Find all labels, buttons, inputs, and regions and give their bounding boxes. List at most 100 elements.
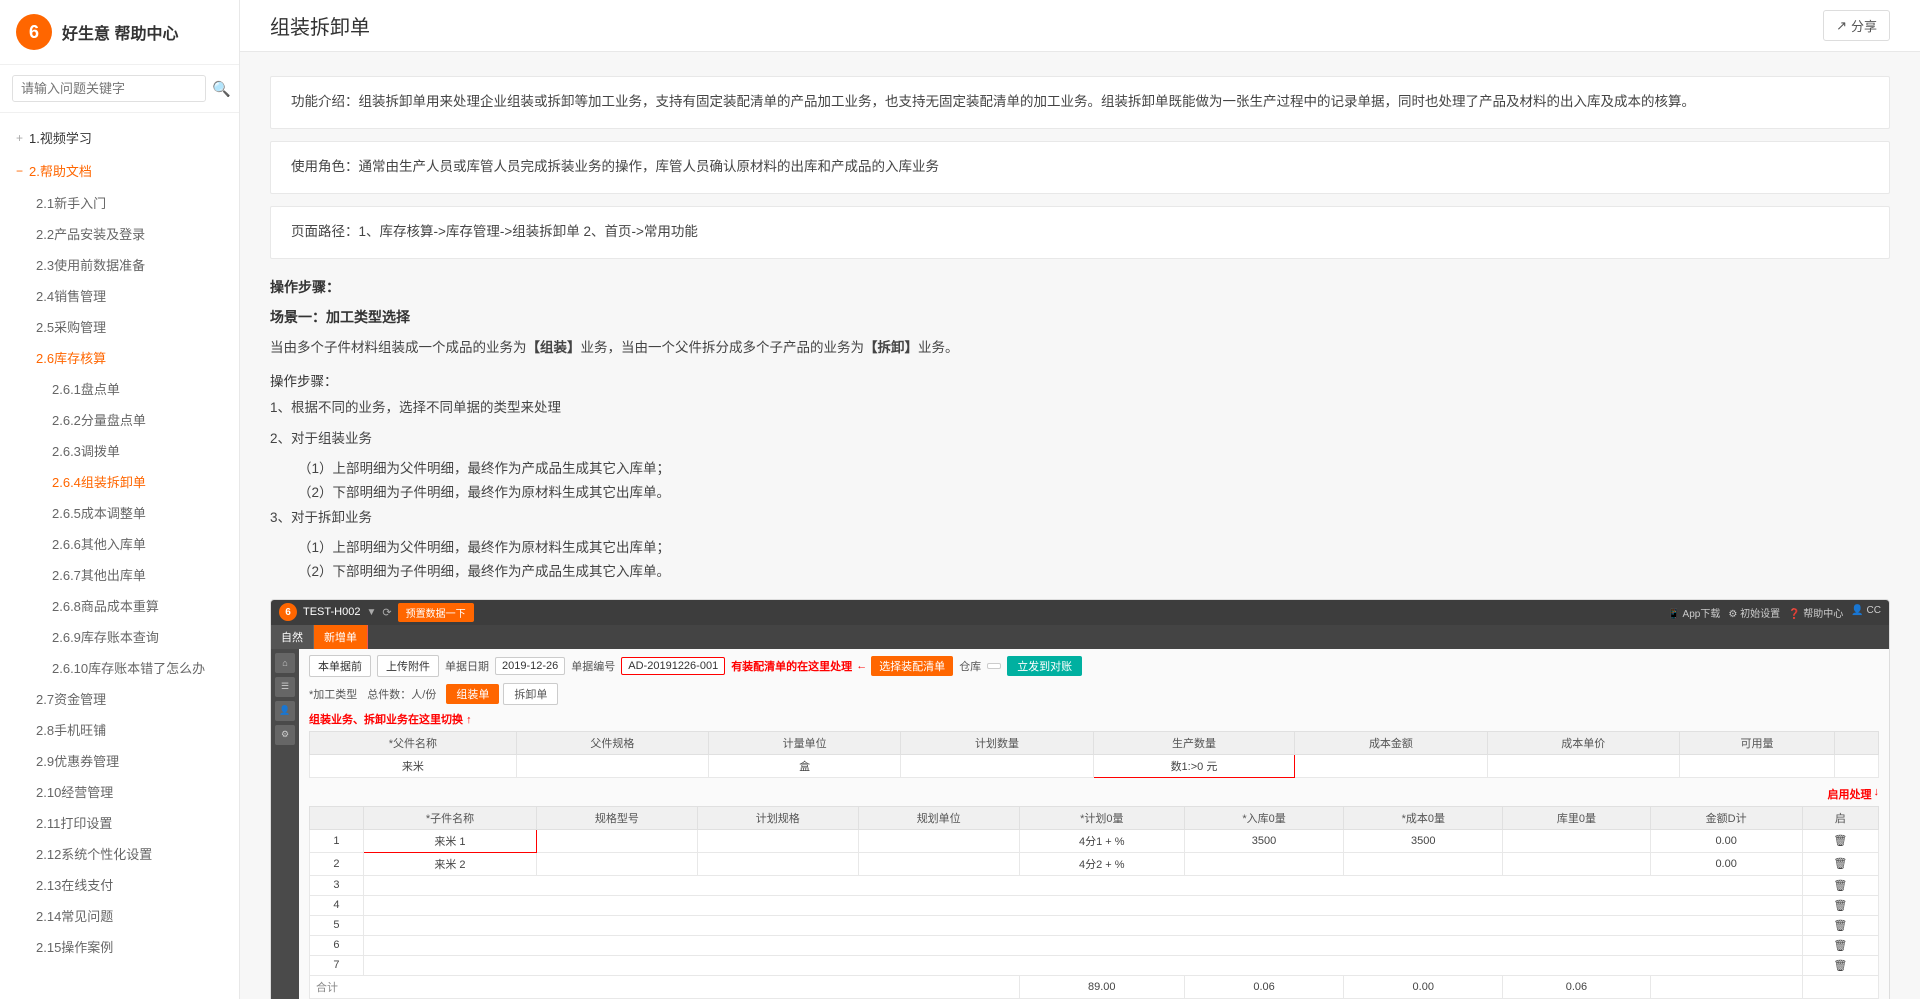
page-title: 组装拆卸单 xyxy=(270,11,370,40)
content-area: 功能介绍：组装拆卸单用来处理企业组装或拆卸等加工业务，支持有固定装配清单的产品加… xyxy=(240,52,1920,999)
collapse-icon: − xyxy=(16,164,23,178)
sidebar-item-stocktake[interactable]: 2.6.1盘点单 xyxy=(0,373,239,404)
path-intro-block: 页面路径：1、库存核算->库存管理->组装拆卸单 2、首页->常用功能 xyxy=(270,206,1890,259)
mock-header-right: 📱 App下载 ⚙ 初始设置 ❓ 帮助中心 👤 CC xyxy=(1668,605,1881,620)
annotation3-text: 启用处理 xyxy=(1828,786,1872,802)
table-row: 2 来米 2 4分2 + % 0.00 xyxy=(310,852,1879,875)
annotation2-text: 组装业务、拆卸业务在这里切换 xyxy=(309,714,463,726)
mock-date-field: 2019-12-26 xyxy=(495,657,565,675)
footer-total1: 89.00 xyxy=(1019,975,1184,998)
sidebar-item-adjust[interactable]: 2.6.3调拨单 xyxy=(0,435,239,466)
sidebar-item-docs[interactable]: − 2.帮助文档 xyxy=(0,154,239,187)
prod-qty-cell[interactable]: 数1:>0 元 xyxy=(1093,754,1295,777)
footer-total2: 0.06 xyxy=(1184,975,1343,998)
mock-warehouse-field xyxy=(987,663,1001,669)
sidebar-item-install[interactable]: 2.2产品安装及登录 xyxy=(0,218,239,249)
th-cost-qty: *成本0量 xyxy=(1344,806,1503,829)
sidebar-item-sales[interactable]: 2.4销售管理 xyxy=(0,280,239,311)
th-prod-qty: 生产数量 xyxy=(1093,731,1295,754)
th-cost-amt: 成本金额 xyxy=(1295,731,1487,754)
ops-steps-title: 操作步骤： xyxy=(270,370,1890,390)
step2-sub2: （2）下部明细为子件明细，最终作为原材料生成其它出库单。 xyxy=(270,481,1890,505)
mock-parent-table: *父件名称 父件规格 计量单位 计划数量 生产数量 成本金额 成本单价 可用量 xyxy=(309,731,1879,778)
annotation1-text: 有装配清单的在这里处理 xyxy=(731,658,852,674)
func-intro-block: 功能介绍：组装拆卸单用来处理企业组装或拆卸等加工业务，支持有固定装配清单的产品加… xyxy=(270,76,1890,129)
sidebar-item-label: 2.帮助文档 xyxy=(29,161,92,180)
mock-btn-add[interactable]: 本单据前 xyxy=(309,655,371,677)
footer-total4: 0.06 xyxy=(1503,975,1650,998)
th-child-no xyxy=(310,806,364,829)
role-intro-text: 使用角色：通常由生产人员或库管人员完成拆装业务的操作，库管人员确认原材料的出库和… xyxy=(291,159,939,174)
mock-toolbar: 本单据前 上传附件 单据日期 2019-12-26 单据编号 AD-201912… xyxy=(309,655,1879,677)
annotation2-area: 组装业务、拆卸业务在这里切换 ↑ xyxy=(309,711,1879,727)
sidebar-item-faq[interactable]: 2.14常见问题 xyxy=(0,900,239,931)
sidebar-item-purchase[interactable]: 2.5采购管理 xyxy=(0,311,239,342)
mock-tab-home[interactable]: 自然 xyxy=(271,625,314,649)
sidebar-item-finance[interactable]: 2.7资金管理 xyxy=(0,683,239,714)
screenshot-mockup: 6 TEST-H002 ▼ ⟳ 预置数据一下 📱 App下载 ⚙ 初始设置 ❓ … xyxy=(270,599,1890,999)
th-plan-qty: *计划0量 xyxy=(1019,806,1184,829)
sidebar-item-partial[interactable]: 2.6.2分量盘点单 xyxy=(0,404,239,435)
table-row: 7 🗑 xyxy=(310,955,1879,975)
th-parent-name: *父件名称 xyxy=(310,731,517,754)
sidebar-item-payment[interactable]: 2.13在线支付 xyxy=(0,869,239,900)
parent-name-cell: 来米 xyxy=(310,754,517,777)
mock-btn-delete[interactable]: 上传附件 xyxy=(377,655,439,677)
sidebar-item-other-in[interactable]: 2.6.6其他入库单 xyxy=(0,528,239,559)
table-row: 3 🗑 xyxy=(310,875,1879,895)
mock-tab-new[interactable]: 新增单 xyxy=(314,625,368,649)
mock-icon-list[interactable]: ☰ xyxy=(275,677,295,697)
step2-sub1: （1）上部明细为父件明细，最终作为产成品生成其它入库单； xyxy=(270,457,1890,481)
sidebar-item-assembly[interactable]: 2.6.4组装拆卸单 xyxy=(0,466,239,497)
search-icon[interactable]: 🔍 xyxy=(212,80,231,98)
path-intro-text: 页面路径：1、库存核算->库存管理->组装拆卸单 2、首页->常用功能 xyxy=(291,224,698,239)
sidebar-item-mobile[interactable]: 2.8手机旺铺 xyxy=(0,714,239,745)
mock-icon-settings[interactable]: ⚙ xyxy=(275,725,295,745)
sidebar-item-personal[interactable]: 2.12系统个性化设置 xyxy=(0,838,239,869)
mock-icon-user[interactable]: 👤 xyxy=(275,701,295,721)
sidebar-item-video[interactable]: + 1.视频学习 xyxy=(0,121,239,154)
table-row: 1 来米 1 4分1 + % 3500 3500 0.00 xyxy=(310,829,1879,852)
th-child-name: *子件名称 xyxy=(363,806,536,829)
logo-icon: 6 xyxy=(16,14,52,50)
sidebar-item-cost-reset[interactable]: 2.6.8商品成本重算 xyxy=(0,590,239,621)
mock-refresh-icon: ⟳ xyxy=(382,606,391,619)
func-intro-text: 功能介绍：组装拆卸单用来处理企业组装或拆卸等加工业务，支持有固定装配清单的产品加… xyxy=(291,94,1695,109)
search-input[interactable] xyxy=(12,75,206,102)
sidebar-item-inventory[interactable]: 2.6库存核算 xyxy=(0,342,239,373)
sidebar-item-ops[interactable]: 2.10经营管理 xyxy=(0,776,239,807)
th-stock-qty: 库里0量 xyxy=(1503,806,1650,829)
mock-select-btn[interactable]: 选择装配清单 xyxy=(871,656,953,676)
mock-new-btn[interactable]: 预置数据一下 xyxy=(398,603,474,622)
mock-app-name: TEST-H002 xyxy=(303,606,360,618)
sidebar-item-other-out[interactable]: 2.6.7其他出库单 xyxy=(0,559,239,590)
child-name-cell-1[interactable]: 来米 1 xyxy=(363,829,536,852)
mock-sub-nav: 自然 新增单 xyxy=(271,625,1889,649)
sidebar-item-cases[interactable]: 2.15操作案例 xyxy=(0,931,239,962)
mock-main-content: 本单据前 上传附件 单据日期 2019-12-26 单据编号 AD-201912… xyxy=(299,649,1889,999)
step1: 1、根据不同的业务，选择不同单据的类型来处理 xyxy=(270,396,1890,420)
sidebar-item-stock-err[interactable]: 2.6.10库存账本错了怎么办 xyxy=(0,652,239,683)
mock-disassembly-btn[interactable]: 拆卸单 xyxy=(503,683,558,705)
sidebar-item-cost-adj[interactable]: 2.6.5成本调整单 xyxy=(0,497,239,528)
mock-app-header: 6 TEST-H002 ▼ ⟳ 预置数据一下 📱 App下载 ⚙ 初始设置 ❓ … xyxy=(271,600,1889,625)
th-in-qty: *入库0量 xyxy=(1184,806,1343,829)
sidebar-item-stock-query[interactable]: 2.6.9库存账本查询 xyxy=(0,621,239,652)
table-footer: 合计 89.00 0.06 0.00 0.06 xyxy=(310,975,1879,998)
sidebar-item-print[interactable]: 2.11打印设置 xyxy=(0,807,239,838)
mock-info-row: *加工类型 总件数：人/份 组装单 拆卸单 xyxy=(309,683,1879,705)
mock-icon-home[interactable]: ⌂ xyxy=(275,653,295,673)
sidebar-item-coupon[interactable]: 2.9优惠券管理 xyxy=(0,745,239,776)
annotation1-area: 有装配清单的在这里处理 ← 选择装配清单 xyxy=(731,656,953,676)
role-intro-block: 使用角色：通常由生产人员或库管人员完成拆装业务的操作，库管人员确认原材料的出库和… xyxy=(270,141,1890,194)
mock-assembly-btn[interactable]: 组装单 xyxy=(446,684,499,704)
mock-app-dropdown: ▼ xyxy=(366,607,376,618)
share-button[interactable]: ↗ 分享 xyxy=(1823,10,1890,41)
th-parent-spec: 父件规格 xyxy=(516,731,708,754)
mock-confirm-btn[interactable]: 立发到对账 xyxy=(1007,656,1082,676)
sidebar-item-newcomer[interactable]: 2.1新手入门 xyxy=(0,187,239,218)
sidebar-item-data-prep[interactable]: 2.3使用前数据准备 xyxy=(0,249,239,280)
sidebar: 6 好生意 帮助中心 🔍 + 1.视频学习 − 2.帮助文档 2.1新手入门 2… xyxy=(0,0,240,999)
th-child-spec: 规格型号 xyxy=(536,806,697,829)
mock-id-field: AD-20191226-001 xyxy=(621,657,725,675)
